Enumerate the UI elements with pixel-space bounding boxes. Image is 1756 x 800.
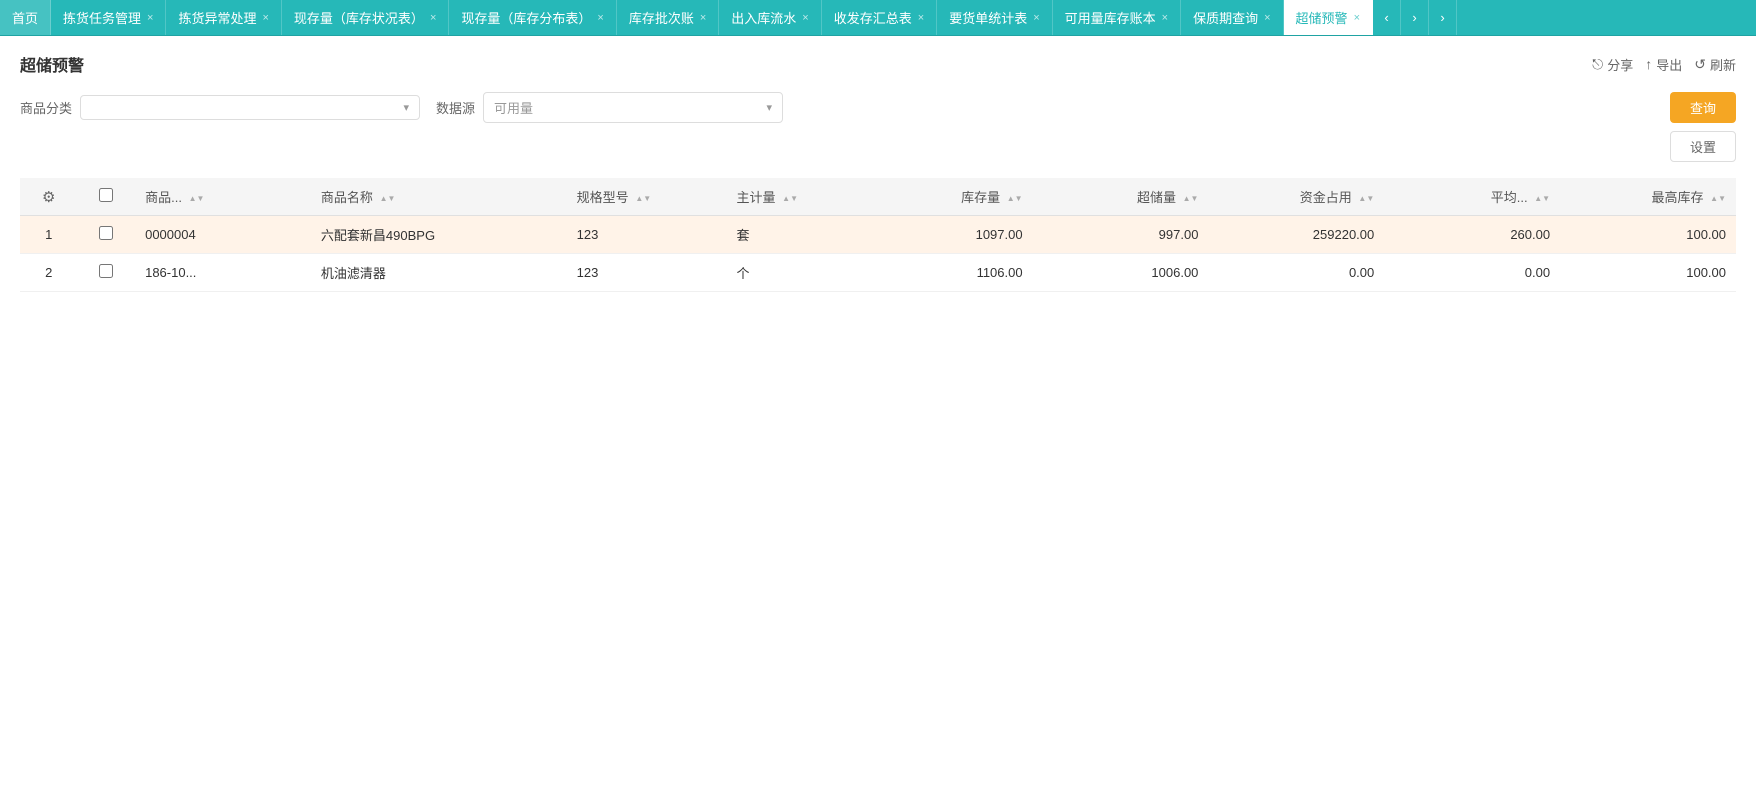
close-icon[interactable]: × — [597, 12, 603, 24]
th-code[interactable]: 商品... ▲▼ — [135, 178, 311, 216]
share-icon: ⎋ — [1592, 56, 1603, 73]
row-capital: 259220.00 — [1208, 216, 1384, 254]
nav-item-stock-status[interactable]: 现存量（库存状况表） × — [282, 0, 449, 35]
row-over: 997.00 — [1033, 216, 1209, 254]
nav-item-quality-check[interactable]: 保质期查询 × — [1181, 0, 1283, 35]
nav-item-collect-summary[interactable]: 收发存汇总表 × — [822, 0, 937, 35]
nav-item-order-stats[interactable]: 要货单统计表 × — [937, 0, 1052, 35]
sort-icon: ▲▼ — [1534, 195, 1550, 203]
row-checkbox-cell[interactable] — [78, 216, 136, 254]
sort-icon: ▲▼ — [1710, 195, 1726, 203]
table-row: 2 186-10... 机油滤清器 123 个 1106.00 1006.00 … — [20, 254, 1736, 292]
th-capital[interactable]: 资金占用 ▲▼ — [1208, 178, 1384, 216]
refresh-button[interactable]: ↺ 刷新 — [1694, 55, 1736, 74]
datasource-label: 数据源 — [436, 98, 475, 117]
refresh-icon: ↺ — [1694, 56, 1706, 73]
row-no: 2 — [20, 254, 78, 292]
th-unit[interactable]: 主计量 ▲▼ — [727, 178, 857, 216]
row-stock: 1106.00 — [857, 254, 1033, 292]
th-checkbox — [78, 178, 136, 216]
row-no: 1 — [20, 216, 78, 254]
main-content: 超储预警 ⎋ 分享 ↑ 导出 ↺ 刷新 商品分类 ▾ — [0, 36, 1756, 800]
row-capital: 0.00 — [1208, 254, 1384, 292]
close-icon[interactable]: × — [1033, 12, 1039, 24]
th-stock[interactable]: 库存量 ▲▼ — [857, 178, 1033, 216]
category-filter-group: 商品分类 ▾ — [20, 95, 420, 120]
row-checkbox[interactable] — [99, 226, 113, 240]
row-avg: 260.00 — [1384, 216, 1560, 254]
nav-next-arrow[interactable]: › — [1401, 0, 1429, 35]
export-button[interactable]: ↑ 导出 — [1645, 55, 1682, 74]
sort-icon: ▲▼ — [635, 195, 651, 203]
nav-item-batch-account[interactable]: 库存批次账 × — [617, 0, 719, 35]
sort-icon: ▲▼ — [782, 195, 798, 203]
close-icon[interactable]: × — [700, 12, 706, 24]
th-over[interactable]: 超储量 ▲▼ — [1033, 178, 1209, 216]
sort-icon: ▲▼ — [1183, 195, 1199, 203]
nav-item-stock-dist[interactable]: 现存量（库存分布表） × — [449, 0, 616, 35]
share-button[interactable]: ⎋ 分享 — [1592, 55, 1633, 74]
row-code: 186-10... — [135, 254, 311, 292]
nav-item-abnormal[interactable]: 拣货异常处理 × — [166, 0, 281, 35]
nav-bar: 首页 拣货任务管理 × 拣货异常处理 × 现存量（库存状况表） × 现存量（库存… — [0, 0, 1756, 36]
datasource-select[interactable]: 可用量 ▾ — [483, 92, 783, 123]
row-unit: 个 — [727, 254, 857, 292]
page-header: 超储预警 ⎋ 分享 ↑ 导出 ↺ 刷新 — [20, 52, 1736, 76]
th-name[interactable]: 商品名称 ▲▼ — [311, 178, 567, 216]
chevron-down-icon: ▾ — [403, 101, 409, 114]
close-icon[interactable]: × — [1264, 12, 1270, 24]
row-spec: 123 — [567, 216, 727, 254]
table-row: 1 0000004 六配套新昌490BPG 123 套 1097.00 997.… — [20, 216, 1736, 254]
set-button[interactable]: 设置 — [1670, 131, 1736, 162]
header-actions: ⎋ 分享 ↑ 导出 ↺ 刷新 — [1592, 55, 1736, 74]
close-icon[interactable]: × — [802, 12, 808, 24]
table-header-row: ⚙ 商品... ▲▼ 商品名称 ▲▼ 规格型号 ▲▼ 主计 — [20, 178, 1736, 216]
datasource-filter-group: 数据源 可用量 ▾ — [436, 92, 783, 123]
close-icon[interactable]: × — [262, 12, 268, 24]
row-max: 100.00 — [1560, 216, 1736, 254]
row-spec: 123 — [567, 254, 727, 292]
category-label: 商品分类 — [20, 98, 72, 117]
nav-item-avail-account[interactable]: 可用量库存账本 × — [1053, 0, 1181, 35]
close-icon[interactable]: × — [147, 12, 153, 24]
row-unit: 套 — [727, 216, 857, 254]
th-max[interactable]: 最高库存 ▲▼ — [1560, 178, 1736, 216]
gear-icon[interactable]: ⚙ — [42, 189, 55, 206]
close-icon[interactable]: × — [1354, 12, 1360, 24]
row-code: 0000004 — [135, 216, 311, 254]
row-checkbox-cell[interactable] — [78, 254, 136, 292]
row-checkbox[interactable] — [99, 264, 113, 278]
th-avg[interactable]: 平均... ▲▼ — [1384, 178, 1560, 216]
export-icon: ↑ — [1645, 56, 1652, 72]
close-icon[interactable]: × — [918, 12, 924, 24]
sort-icon: ▲▼ — [1358, 195, 1374, 203]
sort-icon: ▲▼ — [189, 195, 205, 203]
row-over: 1006.00 — [1033, 254, 1209, 292]
nav-more-arrow[interactable]: › — [1429, 0, 1457, 35]
row-name: 六配套新昌490BPG — [311, 216, 567, 254]
category-select[interactable]: ▾ — [80, 95, 420, 120]
nav-prev-arrow[interactable]: ‹ — [1373, 0, 1401, 35]
row-name: 机油滤清器 — [311, 254, 567, 292]
sort-icon: ▲▼ — [380, 195, 396, 203]
close-icon[interactable]: × — [430, 12, 436, 24]
nav-item-overstock-warn[interactable]: 超储预警 × — [1284, 0, 1373, 35]
nav-item-inout-flow[interactable]: 出入库流水 × — [719, 0, 821, 35]
select-all-checkbox[interactable] — [99, 188, 113, 202]
row-max: 100.00 — [1560, 254, 1736, 292]
sort-icon: ▲▼ — [1007, 195, 1023, 203]
query-button[interactable]: 查询 — [1670, 92, 1736, 123]
page-title: 超储预警 — [20, 52, 84, 76]
nav-item-home[interactable]: 首页 — [0, 0, 51, 35]
row-stock: 1097.00 — [857, 216, 1033, 254]
chevron-down-icon: ▾ — [767, 101, 773, 114]
th-gear: ⚙ — [20, 178, 78, 216]
nav-item-task-mgmt[interactable]: 拣货任务管理 × — [51, 0, 166, 35]
th-spec[interactable]: 规格型号 ▲▼ — [567, 178, 727, 216]
close-icon[interactable]: × — [1162, 12, 1168, 24]
data-table: ⚙ 商品... ▲▼ 商品名称 ▲▼ 规格型号 ▲▼ 主计 — [20, 178, 1736, 292]
row-avg: 0.00 — [1384, 254, 1560, 292]
